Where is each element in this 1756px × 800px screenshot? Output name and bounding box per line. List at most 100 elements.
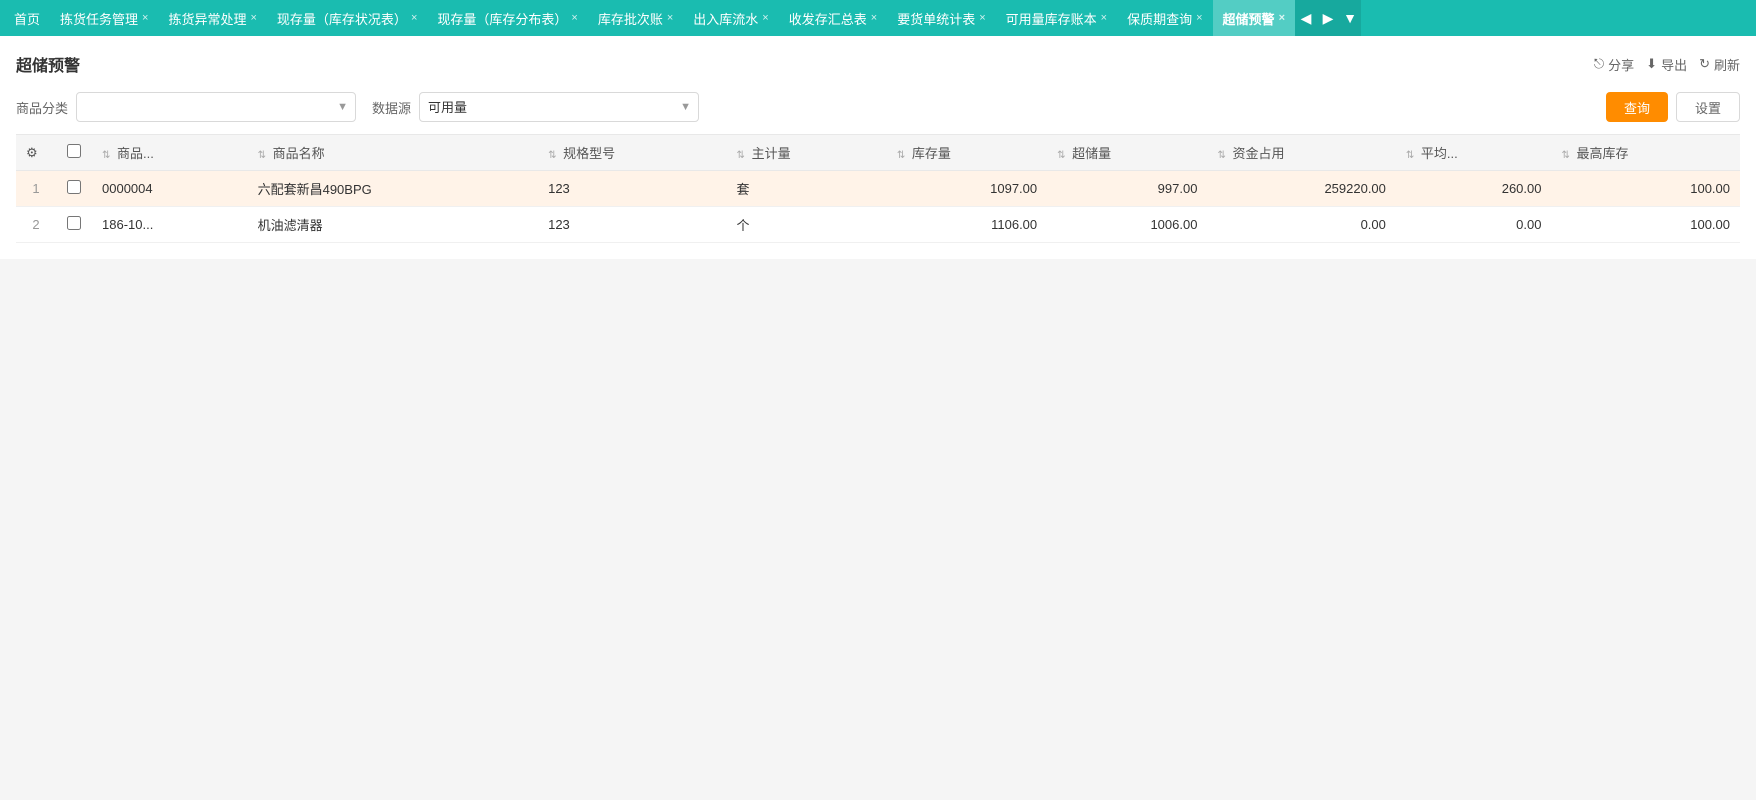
nav-stock-dist[interactable]: 现存量（库存分布表） × (427, 0, 587, 36)
close-inout-flow-icon[interactable]: × (762, 12, 768, 24)
nav-next-button[interactable]: ▶ (1317, 0, 1339, 36)
settings-col-header: ⚙ (16, 135, 56, 171)
close-stock-dist-icon[interactable]: × (571, 12, 577, 24)
sort-capital-icon: ⇅ (1217, 150, 1225, 161)
close-expiry-icon[interactable]: × (1196, 12, 1202, 24)
sort-spec-icon: ⇅ (548, 150, 556, 161)
nav-expiry[interactable]: 保质期查询 × (1117, 0, 1212, 36)
unit-col-header[interactable]: ⇅ 主计量 (727, 135, 887, 171)
close-summary-icon[interactable]: × (871, 12, 877, 24)
close-order-stats-icon[interactable]: × (979, 12, 985, 24)
close-available-account-icon[interactable]: × (1101, 12, 1107, 24)
query-button[interactable]: 查询 (1606, 92, 1668, 122)
category-filter: 商品分类 ▼ (16, 92, 356, 122)
nav-available-account[interactable]: 可用量库存账本 × (996, 0, 1117, 36)
close-batch-account-icon[interactable]: × (667, 12, 673, 24)
nav-prev-button[interactable]: ◀ (1295, 0, 1317, 36)
top-navigation: 首页 拣货任务管理 × 拣货异常处理 × 现存量（库存状况表） × 现存量（库存… (0, 0, 1756, 36)
row-checkbox-1 (56, 171, 92, 207)
avg-col-header[interactable]: ⇅ 平均... (1396, 135, 1552, 171)
page-title: 超储预警 (16, 52, 80, 76)
nav-stock-status[interactable]: 现存量（库存状况表） × (267, 0, 427, 36)
export-icon: ⬇ (1646, 56, 1657, 72)
capital-cell-1: 259220.00 (1207, 171, 1395, 207)
sort-stock-icon: ⇅ (897, 150, 905, 161)
max-stock-cell-1: 100.00 (1551, 171, 1740, 207)
datasource-filter: 数据源 可用量 ▼ (372, 92, 699, 122)
category-select-wrapper: ▼ (76, 92, 356, 122)
row-index-2: 2 (16, 207, 56, 243)
datasource-label: 数据源 (372, 98, 411, 117)
avg-cell-2: 0.00 (1396, 207, 1552, 243)
spec-cell-2: 123 (538, 207, 726, 243)
export-button[interactable]: ⬇ 导出 (1646, 55, 1687, 74)
filter-row: 商品分类 ▼ 数据源 可用量 ▼ 查询 设置 (16, 92, 1740, 122)
nav-pick-task[interactable]: 拣货任务管理 × (50, 0, 158, 36)
capital-col-header[interactable]: ⇅ 资金占用 (1207, 135, 1395, 171)
table-row: 1 0000004 六配套新昌490BPG 123 套 1097.00 997.… (16, 171, 1740, 207)
spec-cell-1: 123 (538, 171, 726, 207)
nav-order-stats[interactable]: 要货单统计表 × (887, 0, 995, 36)
category-select[interactable] (76, 92, 356, 122)
sort-avg-icon: ⇅ (1406, 150, 1414, 161)
unit-cell-1: 套 (727, 171, 887, 207)
row-index-1: 1 (16, 171, 56, 207)
nav-summary[interactable]: 收发存汇总表 × (779, 0, 887, 36)
refresh-icon: ↻ (1699, 56, 1710, 72)
product-name-col-header[interactable]: ⇅ 商品名称 (248, 135, 539, 171)
nav-batch-account[interactable]: 库存批次账 × (588, 0, 683, 36)
select-all-checkbox[interactable] (67, 144, 81, 158)
stock-cell-1: 1097.00 (887, 171, 1047, 207)
capital-cell-2: 0.00 (1207, 207, 1395, 243)
max-stock-col-header[interactable]: ⇅ 最高库存 (1551, 135, 1740, 171)
table-header-row: ⚙ ⇅ 商品... ⇅ 商品名称 ⇅ 规格型号 ⇅ (16, 135, 1740, 171)
refresh-button[interactable]: ↻ 刷新 (1699, 55, 1740, 74)
product-code-cell-1: 0000004 (92, 171, 248, 207)
settings-button[interactable]: 设置 (1676, 92, 1740, 122)
product-name-cell-2: 机油滤清器 (248, 207, 539, 243)
sort-product-name-icon: ⇅ (258, 150, 266, 161)
spec-col-header[interactable]: ⇅ 规格型号 (538, 135, 726, 171)
overstock-cell-1: 997.00 (1047, 171, 1207, 207)
nav-more-button[interactable]: ▼ (1339, 0, 1361, 36)
close-overstock-icon[interactable]: × (1279, 12, 1285, 24)
datasource-select[interactable]: 可用量 (419, 92, 699, 122)
product-code-col-header[interactable]: ⇅ 商品... (92, 135, 248, 171)
table-row: 2 186-10... 机油滤清器 123 个 1106.00 1006.00 … (16, 207, 1740, 243)
avg-cell-1: 260.00 (1396, 171, 1552, 207)
page-header: 超储预警 ⎋ 分享 ⬇ 导出 ↻ 刷新 (16, 52, 1740, 76)
row-select-checkbox-1[interactable] (67, 180, 81, 194)
stock-cell-2: 1106.00 (887, 207, 1047, 243)
product-code-cell-2: 186-10... (92, 207, 248, 243)
unit-cell-2: 个 (727, 207, 887, 243)
close-pick-task-icon[interactable]: × (142, 12, 148, 24)
datasource-select-wrapper: 可用量 ▼ (419, 92, 699, 122)
sort-unit-icon: ⇅ (737, 150, 745, 161)
sort-product-code-icon: ⇅ (102, 150, 110, 161)
data-table: ⚙ ⇅ 商品... ⇅ 商品名称 ⇅ 规格型号 ⇅ (16, 134, 1740, 243)
nav-overstock[interactable]: 超储预警 × (1213, 0, 1295, 36)
close-pick-exception-icon[interactable]: × (250, 12, 256, 24)
page-content: 超储预警 ⎋ 分享 ⬇ 导出 ↻ 刷新 商品分类 ▼ (0, 36, 1756, 259)
filter-actions: 查询 设置 (1606, 92, 1740, 122)
nav-inout-flow[interactable]: 出入库流水 × (683, 0, 778, 36)
overstock-col-header[interactable]: ⇅ 超储量 (1047, 135, 1207, 171)
overstock-cell-2: 1006.00 (1047, 207, 1207, 243)
nav-pick-exception[interactable]: 拣货异常处理 × (158, 0, 266, 36)
sort-overstock-icon: ⇅ (1057, 150, 1065, 161)
checkbox-col-header (56, 135, 92, 171)
table-body: 1 0000004 六配套新昌490BPG 123 套 1097.00 997.… (16, 171, 1740, 243)
share-icon: ⎋ (1594, 56, 1604, 72)
table-header: ⚙ ⇅ 商品... ⇅ 商品名称 ⇅ 规格型号 ⇅ (16, 135, 1740, 171)
close-stock-status-icon[interactable]: × (411, 12, 417, 24)
header-actions: ⎋ 分享 ⬇ 导出 ↻ 刷新 (1594, 55, 1740, 74)
row-checkbox-2 (56, 207, 92, 243)
max-stock-cell-2: 100.00 (1551, 207, 1740, 243)
row-select-checkbox-2[interactable] (67, 216, 81, 230)
nav-home[interactable]: 首页 (4, 0, 50, 36)
stock-col-header[interactable]: ⇅ 库存量 (887, 135, 1047, 171)
gear-icon[interactable]: ⚙ (26, 145, 38, 160)
share-button[interactable]: ⎋ 分享 (1594, 55, 1634, 74)
category-label: 商品分类 (16, 98, 68, 117)
sort-max-stock-icon: ⇅ (1561, 150, 1569, 161)
